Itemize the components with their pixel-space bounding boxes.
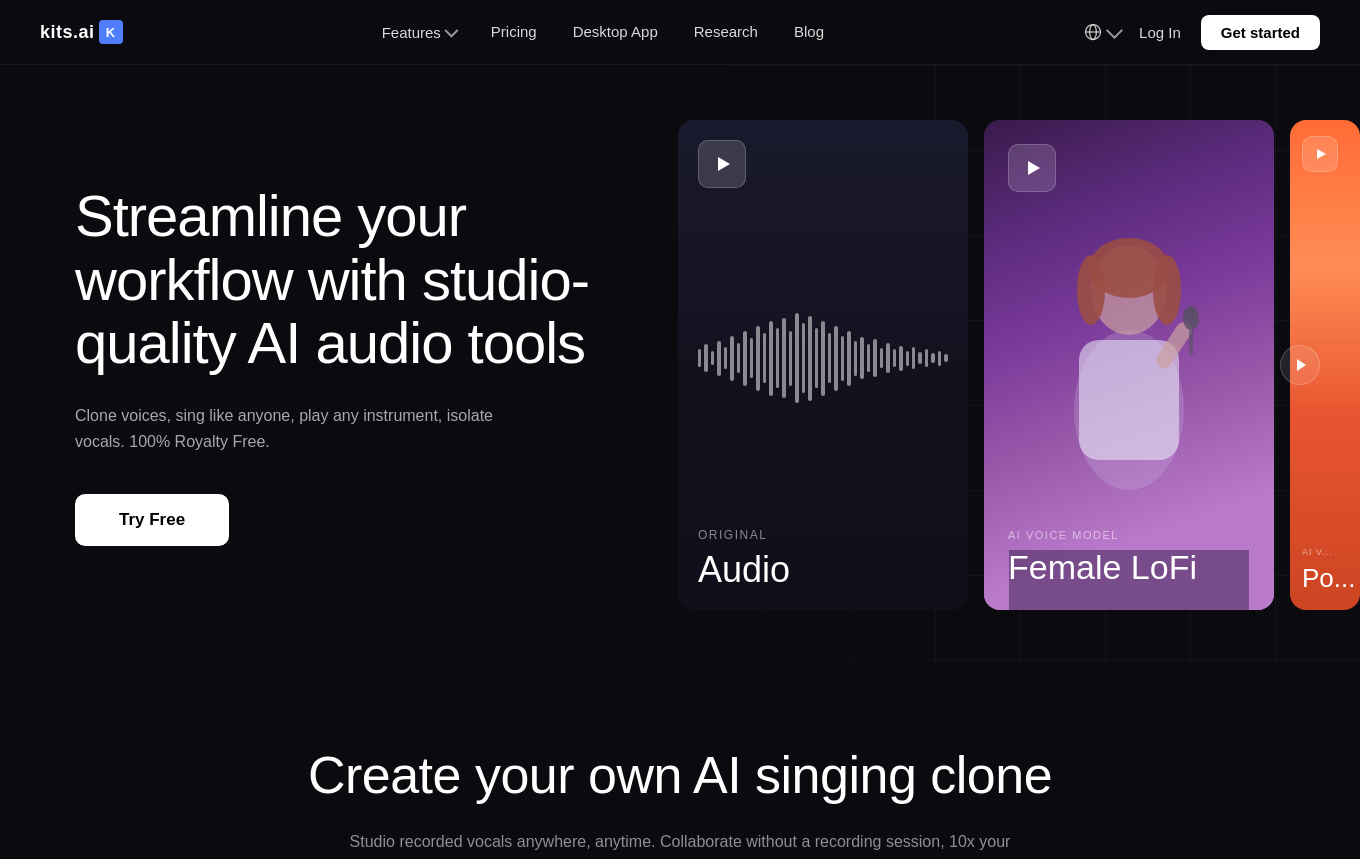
language-chevron-icon xyxy=(1106,22,1123,39)
nav-blog[interactable]: Blog xyxy=(794,23,824,40)
nav-features[interactable]: Features xyxy=(382,24,455,41)
waveform xyxy=(698,313,948,403)
lower-section: Create your own AI singing clone Studio … xyxy=(0,665,1360,859)
features-chevron-icon xyxy=(444,24,458,38)
waveform-area xyxy=(698,188,948,528)
language-selector[interactable] xyxy=(1083,22,1119,42)
logo-icon: K xyxy=(99,20,123,44)
nav-research[interactable]: Research xyxy=(694,23,758,40)
logo[interactable]: kits.ai K xyxy=(40,20,123,44)
hero-title: Streamline your workflow with studio-qua… xyxy=(75,184,600,375)
play-icon-1 xyxy=(718,157,730,171)
card-original-name: Audio xyxy=(698,550,948,590)
card-partial-name: Po... xyxy=(1302,563,1348,594)
play-button-2[interactable] xyxy=(1008,144,1056,192)
lower-subtitle: Studio recorded vocals anywhere, anytime… xyxy=(340,829,1020,859)
globe-icon xyxy=(1083,22,1103,42)
nav-right: Log In Get started xyxy=(1083,15,1320,50)
play-button-1[interactable] xyxy=(698,140,746,188)
navbar: kits.ai K Features Pricing Desktop App R… xyxy=(0,0,1360,65)
hero-subtitle: Clone voices, sing like anyone, play any… xyxy=(75,403,515,454)
login-link[interactable]: Log In xyxy=(1139,24,1181,41)
nav-pricing[interactable]: Pricing xyxy=(491,23,537,40)
card-voice-type: AI VOICE MODEL xyxy=(1008,529,1250,541)
nav-links: Features Pricing Desktop App Research Bl… xyxy=(382,23,824,41)
try-free-button[interactable]: Try Free xyxy=(75,494,229,546)
get-started-button[interactable]: Get started xyxy=(1201,15,1320,50)
chevron-right-icon xyxy=(1297,359,1306,371)
nav-desktop-app[interactable]: Desktop App xyxy=(573,23,658,40)
carousel-next-button[interactable] xyxy=(1280,345,1320,385)
hero-cards: ORIGINAL Audio xyxy=(678,120,1360,610)
card-voice-name: Female LoFi xyxy=(1008,549,1250,586)
play-button-3[interactable] xyxy=(1302,136,1338,172)
play-icon-2 xyxy=(1028,161,1040,175)
hero-content: Streamline your workflow with studio-qua… xyxy=(0,104,600,627)
card-voice-model: AI VOICE MODEL Female LoFi xyxy=(984,120,1274,610)
play-icon-3 xyxy=(1317,149,1326,159)
lower-title: Create your own AI singing clone xyxy=(40,745,1320,805)
card-partial-type: AI V... xyxy=(1302,547,1348,557)
logo-text: kits.ai xyxy=(40,22,95,43)
card-original: ORIGINAL Audio xyxy=(678,120,968,610)
hero-section: Streamline your workflow with studio-qua… xyxy=(0,65,1360,665)
card-original-type: ORIGINAL xyxy=(698,528,948,542)
